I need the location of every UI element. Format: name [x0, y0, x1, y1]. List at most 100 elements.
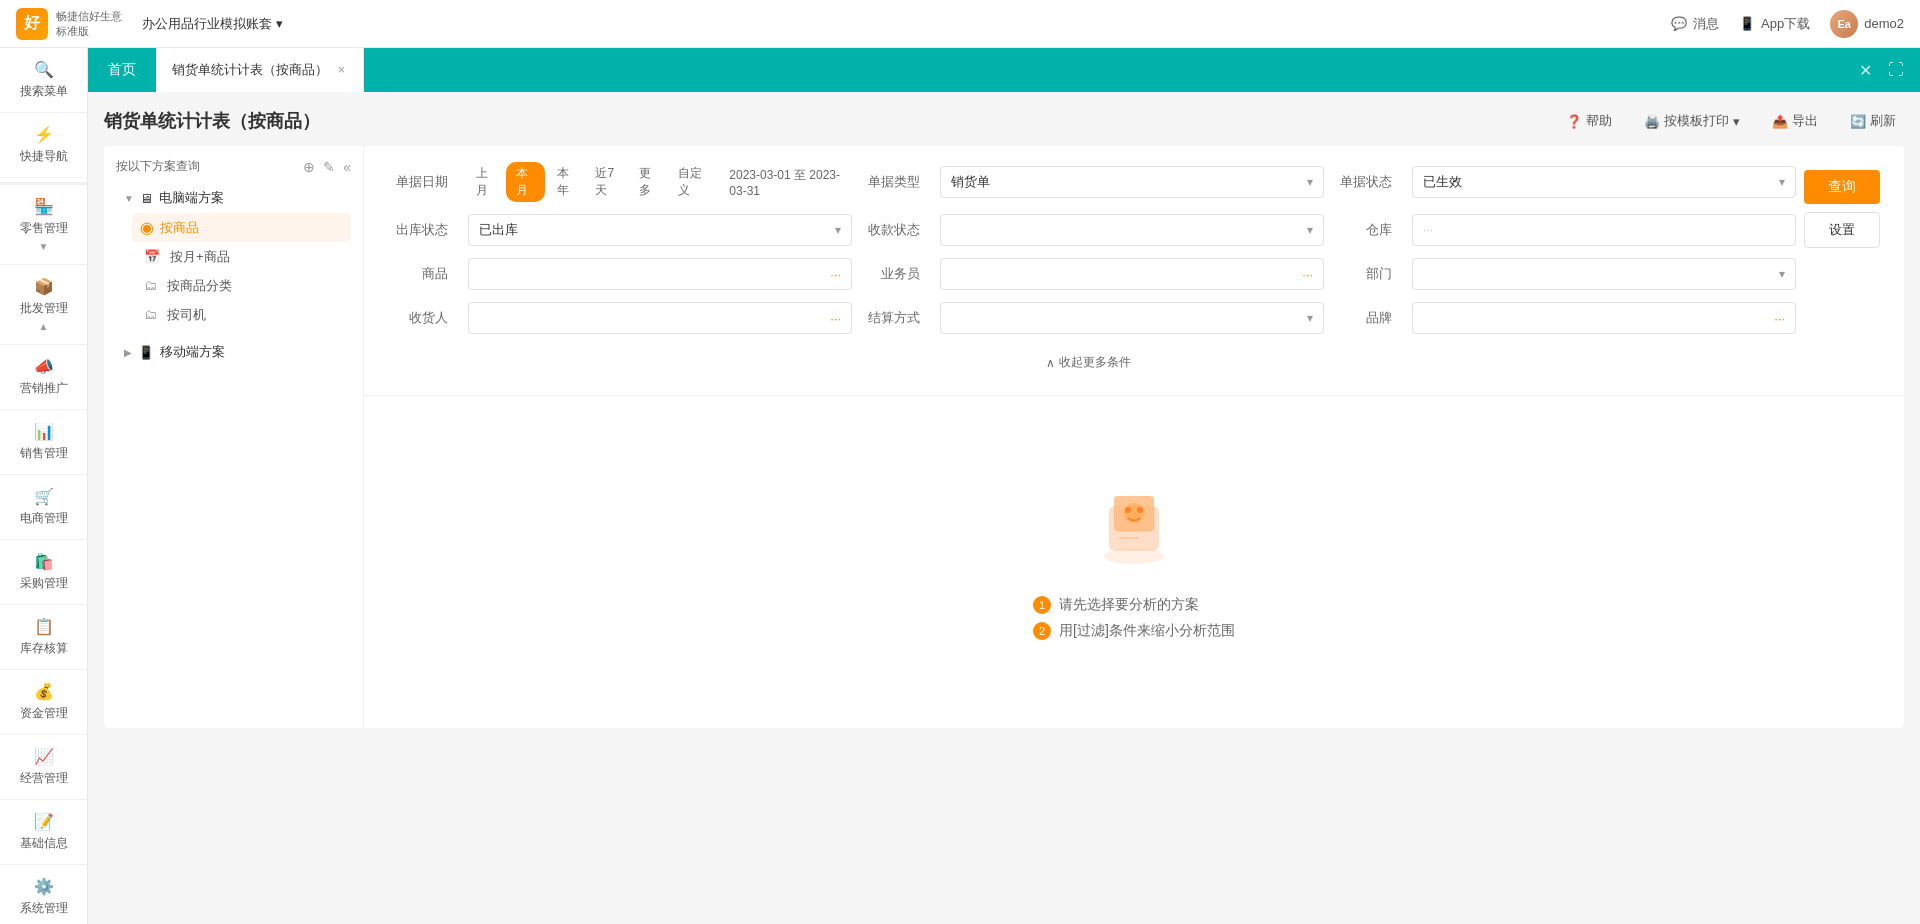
tab-maximize-icon[interactable]: ⛶	[1884, 57, 1908, 83]
sidebar-item-finance[interactable]: 💰 资金管理	[0, 670, 87, 735]
sidebar: 🔍 搜索菜单 ⚡ 快捷导航 🏪 零售管理 ▼ 📦 批发管理 ▲ 📣 营销推广 📊…	[0, 48, 88, 924]
topbar-right: 💬 消息 📱 App下载 Ea demo2	[1671, 10, 1904, 38]
sidebar-item-quick-nav[interactable]: ⚡ 快捷导航	[0, 113, 87, 178]
sidebar-item-wholesale[interactable]: 📦 批发管理 ▲	[0, 265, 87, 345]
print-icon: 🖨️	[1644, 114, 1660, 129]
query-button[interactable]: 查询	[1804, 170, 1880, 204]
date-selector: 上月 本月 本年 近7天 更多 自定义 2023-03-01 至 20	[468, 162, 852, 202]
operations-icon: 📈	[34, 747, 54, 766]
query-btn-group: 查询 设置	[1796, 162, 1888, 379]
caret-icon: ▾	[1307, 223, 1313, 237]
sidebar-item-basic-info[interactable]: 📝 基础信息	[0, 800, 87, 865]
tree-item-by-driver[interactable]: 🗂 按司机	[132, 300, 351, 329]
doc-type-select[interactable]: 销货单 ▾	[940, 166, 1324, 198]
warehouse-input[interactable]: ···	[1412, 214, 1796, 246]
collapse-panel-icon[interactable]: «	[343, 159, 351, 175]
date-tab-this-year[interactable]: 本年	[549, 162, 583, 202]
step-num-2: 2	[1033, 622, 1051, 640]
settlement-select[interactable]: ▾	[940, 302, 1324, 334]
date-tab-last-month[interactable]: 上月	[468, 162, 502, 202]
chevron-down-icon: ▾	[276, 16, 283, 31]
message-action[interactable]: 💬 消息	[1671, 15, 1719, 33]
app-download-action[interactable]: 📱 App下载	[1739, 15, 1810, 33]
filter-date-col: 单据日期 上月 本月 本年 近7天	[380, 162, 852, 202]
date-tabs-row: 上月 本月 本年 近7天 更多 自定义 2023-03-01 至 20	[468, 162, 852, 202]
filter-docstatus-col: 单据状态 已生效 ▾	[1324, 166, 1796, 198]
settings-button[interactable]: 设置	[1804, 212, 1880, 248]
tree-pc-schemes[interactable]: ▼ 🖥 电脑端方案	[116, 183, 351, 213]
filter-row-3: 商品 ··· 业务员 ···	[380, 258, 1796, 290]
pay-status-select[interactable]: ▾	[940, 214, 1324, 246]
tab-close-button[interactable]: ×	[336, 61, 347, 79]
out-status-select[interactable]: 已出库 ▾	[468, 214, 852, 246]
filter-fields: 单据日期 上月 本月 本年 近7天	[380, 162, 1796, 379]
calendar-icon: 📅	[140, 247, 164, 266]
date-tab-more[interactable]: 更多	[631, 162, 665, 202]
goods-input[interactable]: ···	[468, 258, 852, 290]
logo-area: 好 畅捷信好生意 标准版	[16, 8, 122, 40]
receiver-more-icon[interactable]: ···	[830, 311, 841, 326]
sidebar-item-operations[interactable]: 📈 经营管理	[0, 735, 87, 800]
edit-scheme-icon[interactable]: ✎	[323, 159, 335, 175]
department-select[interactable]: ▾	[1412, 258, 1796, 290]
right-section: 单据日期 上月 本月 本年 近7天	[364, 146, 1904, 728]
date-tabs: 上月 本月 本年 近7天 更多 自定义	[468, 162, 713, 202]
doc-status-select[interactable]: 已生效 ▾	[1412, 166, 1796, 198]
topbar-left: 好 畅捷信好生意 标准版 办公用品行业模拟账套 ▾	[16, 8, 291, 40]
svg-point-5	[1137, 507, 1143, 513]
sidebar-item-sales[interactable]: 📊 销售管理	[0, 410, 87, 475]
goods-more-icon[interactable]: ···	[830, 267, 841, 282]
tree-mobile-schemes[interactable]: ▶ 📱 移动端方案	[116, 337, 351, 367]
sidebar-item-ecommerce[interactable]: 🛒 电商管理	[0, 475, 87, 540]
sidebar-item-purchase[interactable]: 🛍️ 采购管理	[0, 540, 87, 605]
workspace-selector[interactable]: 办公用品行业模拟账套 ▾	[134, 11, 291, 37]
sidebar-item-marketing[interactable]: 📣 营销推广	[0, 345, 87, 410]
system-icon: ⚙️	[34, 877, 54, 896]
finance-icon: 💰	[34, 682, 54, 701]
salesperson-input[interactable]: ···	[940, 258, 1324, 290]
ecommerce-icon: 🛒	[34, 487, 54, 506]
help-button[interactable]: ❓ 帮助	[1558, 108, 1620, 134]
filter-section: 单据日期 上月 本月 本年 近7天	[364, 146, 1904, 396]
sidebar-item-search-menu[interactable]: 🔍 搜索菜单	[0, 48, 87, 113]
wholesale-icon: 📦	[34, 277, 54, 296]
tree-item-by-goods-category[interactable]: 🗂 按商品分类	[132, 271, 351, 300]
collapse-icon: ∧	[1046, 356, 1055, 370]
tree-item-by-month-goods[interactable]: 📅 按月+商品	[132, 242, 351, 271]
panel-title: 按以下方案查询 ⊕ ✎ «	[116, 158, 351, 175]
radio-active-icon: ◉	[140, 218, 154, 237]
step-num-1: 1	[1033, 596, 1051, 614]
tree-children-pc: ◉ 按商品 📅 按月+商品 🗂 按商品分类	[116, 213, 351, 329]
phone-icon: 📱	[1739, 16, 1755, 31]
brand-more-icon[interactable]: ···	[1774, 311, 1785, 326]
tab-close-icon[interactable]: ✕	[1855, 57, 1876, 84]
logo-icon: 好	[16, 8, 48, 40]
date-range-display: 2023-03-01 至 2023-03-31	[729, 167, 852, 198]
add-scheme-icon[interactable]: ⊕	[303, 159, 315, 175]
filter-salesperson-col: 业务员 ···	[852, 258, 1324, 290]
receiver-input[interactable]: ···	[468, 302, 852, 334]
sidebar-item-inventory[interactable]: 📋 库存核算	[0, 605, 87, 670]
collapse-button[interactable]: ∧ 收起更多条件	[1038, 346, 1139, 379]
export-button[interactable]: 📤 导出	[1764, 108, 1826, 134]
tree-toggle-mobile-icon: ▶	[124, 347, 132, 358]
brand-input[interactable]: ···	[1412, 302, 1796, 334]
sidebar-item-system[interactable]: ⚙️ 系统管理	[0, 865, 87, 924]
template-print-button[interactable]: 🖨️ 按模板打印 ▾	[1636, 108, 1748, 134]
date-tab-this-month[interactable]: 本月	[506, 162, 544, 202]
arrow-icon: ▲	[39, 321, 49, 332]
sidebar-item-retail[interactable]: 🏪 零售管理 ▼	[0, 182, 87, 265]
scheme-tree: ▼ 🖥 电脑端方案 ◉ 按商品 📅 按月+商品	[116, 183, 351, 367]
user-area[interactable]: Ea demo2	[1830, 10, 1904, 38]
mobile-icon: 📱	[138, 345, 154, 360]
tab-active[interactable]: 销货单统计计表（按商品） ×	[156, 48, 364, 92]
desktop-icon: 🖥	[140, 191, 153, 206]
chevron-down-icon: ▾	[1733, 114, 1740, 129]
marketing-icon: 📣	[34, 357, 54, 376]
refresh-button[interactable]: 🔄 刷新	[1842, 108, 1904, 134]
salesperson-more-icon[interactable]: ···	[1302, 267, 1313, 282]
date-tab-7days[interactable]: 近7天	[587, 162, 627, 202]
tab-home[interactable]: 首页	[88, 48, 156, 92]
date-tab-custom[interactable]: 自定义	[670, 162, 714, 202]
tree-item-by-goods[interactable]: ◉ 按商品	[132, 213, 351, 242]
